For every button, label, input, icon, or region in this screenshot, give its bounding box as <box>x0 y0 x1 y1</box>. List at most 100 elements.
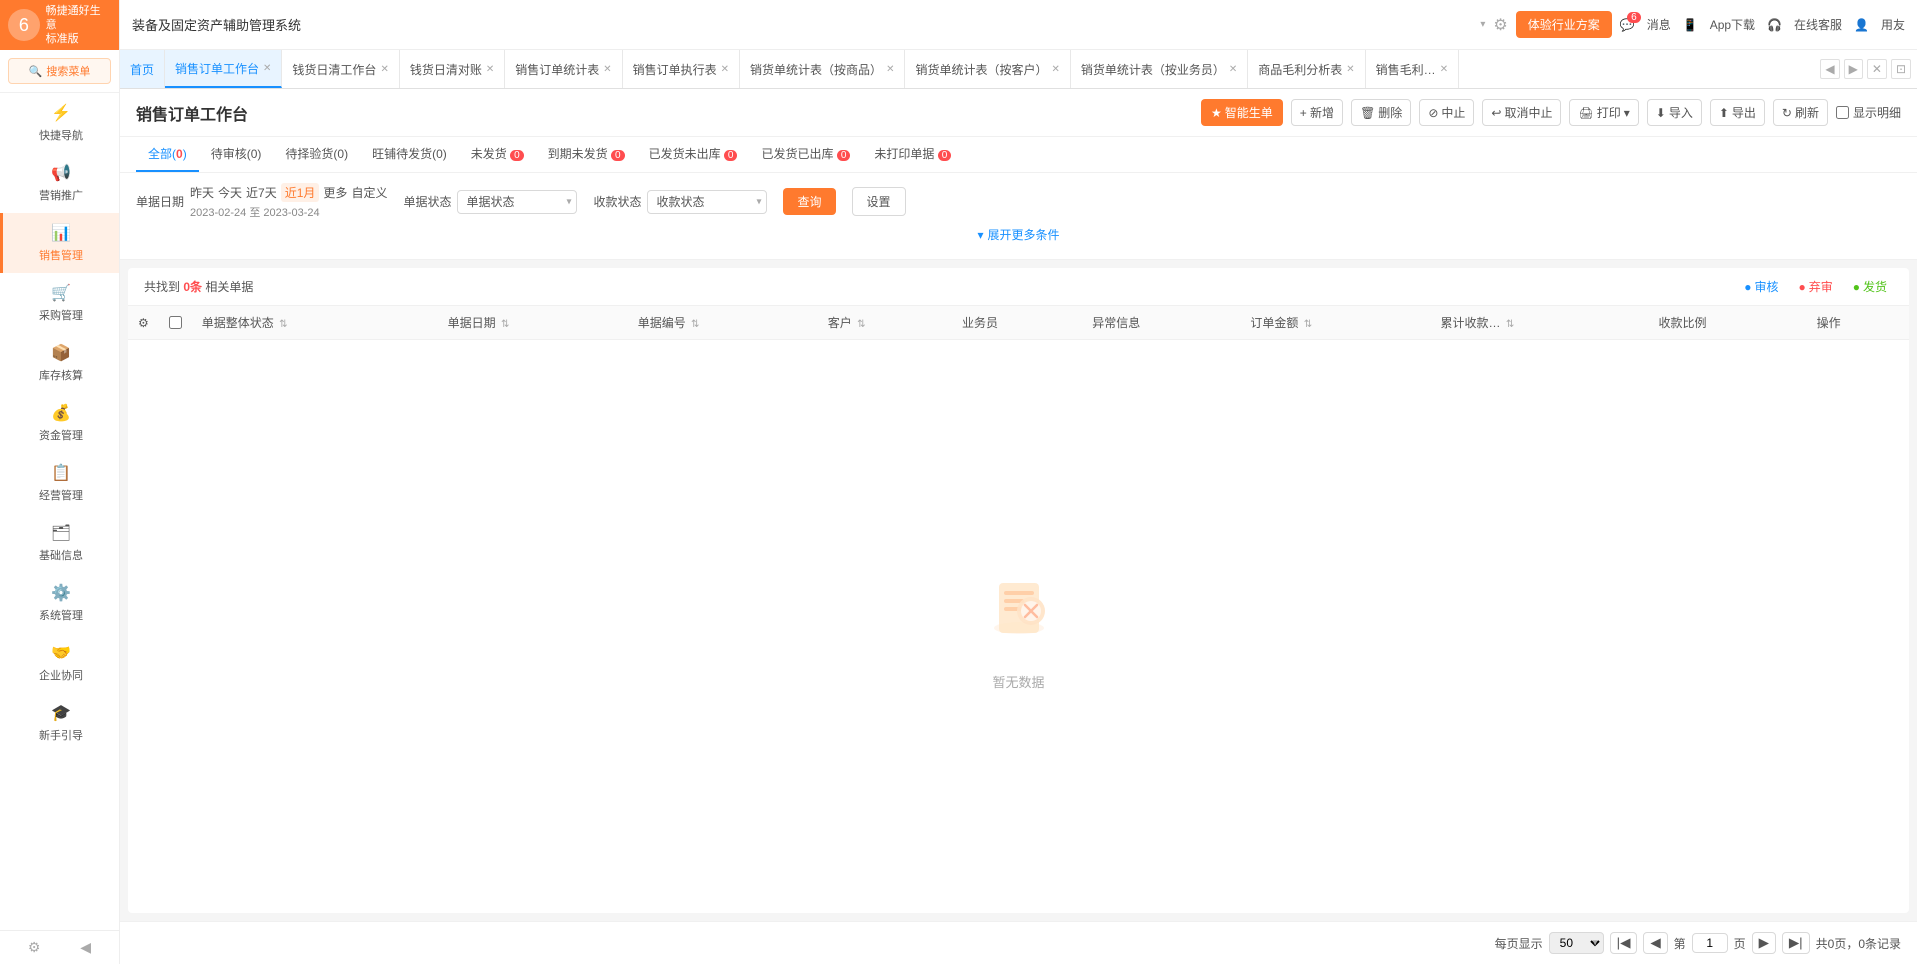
select-all-checkbox[interactable] <box>169 316 182 329</box>
tabs-fullscreen-button[interactable]: ⊡ <box>1891 59 1911 79</box>
ship-button[interactable]: ● 发货 <box>1847 276 1893 297</box>
tab-sales-by-customer[interactable]: 销货单统计表（按客户） ✕ <box>905 50 1070 88</box>
stop-button[interactable]: ⊘ 中止 <box>1419 99 1474 126</box>
sidebar-item-marketing[interactable]: 📢 营销推广 <box>0 153 119 213</box>
filter-tab-pending-review[interactable]: 待审核(0) <box>199 137 274 172</box>
settings-icon[interactable]: ⚙ <box>1493 15 1507 35</box>
date-btn-yesterday[interactable]: 昨天 <box>190 184 214 201</box>
print-button[interactable]: 🖨 打印 ▾ <box>1569 99 1638 126</box>
tab-sales-workbench[interactable]: 销售订单工作台 ✕ <box>165 50 282 88</box>
tab-sales-margin[interactable]: 销售毛利… ✕ <box>1366 50 1459 88</box>
status-field: 单据状态 单据状态 <box>403 190 577 214</box>
tab-cash-daily[interactable]: 钱货日清工作台 ✕ <box>282 50 399 88</box>
sort-cumulative-icon[interactable]: ⇅ <box>1506 319 1514 330</box>
collapse-button[interactable]: ◀ <box>80 939 91 956</box>
sidebar-item-finance[interactable]: 💰 资金管理 <box>0 393 119 453</box>
date-btn-today[interactable]: 今天 <box>218 184 242 201</box>
filter-tab-unshipped[interactable]: 未发货 0 <box>459 137 536 172</box>
sidebar: 6 畅捷通好生意 标准版 🔍 搜索菜单 ⚡ 快捷导航 📢 营销推广 📊 销售管理… <box>0 0 120 964</box>
pagination-next-button[interactable]: ▶ <box>1752 932 1776 954</box>
search-menu-button[interactable]: 🔍 搜索菜单 <box>8 58 111 84</box>
sidebar-item-guide[interactable]: 🎓 新手引导 <box>0 693 119 753</box>
date-btn-custom[interactable]: 自定义 <box>351 184 387 201</box>
app-download-label[interactable]: App下载 <box>1710 16 1755 33</box>
sort-status-icon[interactable]: ⇅ <box>279 319 287 330</box>
tab-reconcile[interactable]: 钱货日清对账 ✕ <box>400 50 505 88</box>
tab-close-sales-by-salesperson[interactable]: ✕ <box>1229 64 1237 75</box>
pagination-prev-button[interactable]: ◀ <box>1643 932 1667 954</box>
pagination-last-button[interactable]: ▶| <box>1782 932 1810 954</box>
sidebar-item-quick-nav[interactable]: ⚡ 快捷导航 <box>0 93 119 153</box>
sort-customer-icon[interactable]: ⇅ <box>857 319 865 330</box>
filter-tab-pending-inspect[interactable]: 待择验货(0) <box>273 137 360 172</box>
tab-sales-by-product[interactable]: 销货单统计表（按商品） ✕ <box>740 50 905 88</box>
setting-button[interactable]: 设置 <box>852 187 906 216</box>
cancel-stop-button[interactable]: ↩ 取消中止 <box>1482 99 1561 126</box>
col-settings-icon[interactable]: ⚙ <box>138 316 149 330</box>
tabs-next-button[interactable]: ▶ <box>1844 59 1863 79</box>
sort-number-icon[interactable]: ⇅ <box>691 319 699 330</box>
tab-sales-by-salesperson[interactable]: 销货单统计表（按业务员） ✕ <box>1071 50 1248 88</box>
settings-button[interactable]: ⚙ <box>28 939 41 956</box>
sidebar-item-inventory[interactable]: 📦 库存核算 <box>0 333 119 393</box>
sort-date-icon[interactable]: ⇅ <box>501 319 509 330</box>
date-btn-more[interactable]: 更多 <box>323 184 347 201</box>
filter-tab-shipped-out[interactable]: 已发货已出库 0 <box>749 137 862 172</box>
smart-create-button[interactable]: ★ 智能生单 <box>1201 99 1283 126</box>
filter-tab-overdue-unshipped[interactable]: 到期未发货 0 <box>536 137 637 172</box>
date-btn-1month[interactable]: 近1月 <box>281 183 320 202</box>
import-button[interactable]: ⬇ 导入 <box>1647 99 1702 126</box>
filter-tab-all[interactable]: 全部(0) <box>136 137 199 172</box>
tab-close-sales-by-customer[interactable]: ✕ <box>1051 64 1059 75</box>
tabs-close-all-button[interactable]: ✕ <box>1867 59 1887 79</box>
sidebar-item-purchase[interactable]: 🛒 采购管理 <box>0 273 119 333</box>
tab-close-sales-workbench[interactable]: ✕ <box>263 63 271 74</box>
sidebar-item-system[interactable]: ⚙️ 系统管理 <box>0 573 119 633</box>
payment-select[interactable]: 收款状态 <box>647 190 767 214</box>
tab-close-sales-exec[interactable]: ✕ <box>721 64 729 75</box>
filter-tab-shop-pending[interactable]: 旺铺待发货(0) <box>360 137 459 172</box>
print-dropdown-arrow: ▾ <box>1624 106 1630 120</box>
tab-close-sales-margin[interactable]: ✕ <box>1440 64 1448 75</box>
user-label[interactable]: 用友 <box>1881 16 1905 33</box>
sidebar-item-sales[interactable]: 📊 销售管理 <box>0 213 119 273</box>
system-dropdown-arrow[interactable]: ▾ <box>1480 19 1485 30</box>
expand-more-button[interactable]: ▾ 展开更多条件 <box>136 220 1901 249</box>
system-title: 装备及固定资产辅助管理系统 <box>132 15 1472 34</box>
sidebar-item-base-info[interactable]: 🗂 基础信息 <box>0 513 119 573</box>
cancel-review-button[interactable]: ● 弃审 <box>1792 276 1838 297</box>
sidebar-item-operations[interactable]: 📋 经营管理 <box>0 453 119 513</box>
tab-sales-stats[interactable]: 销售订单统计表 ✕ <box>505 50 622 88</box>
date-btn-7days[interactable]: 近7天 <box>246 184 277 201</box>
sort-amount-icon[interactable]: ⇅ <box>1304 319 1312 330</box>
online-service-label[interactable]: 在线客服 <box>1794 16 1842 33</box>
industry-plan-button[interactable]: 体验行业方案 <box>1516 11 1612 38</box>
page-input[interactable] <box>1692 933 1728 953</box>
review-button[interactable]: ● 审核 <box>1738 276 1784 297</box>
tab-close-reconcile[interactable]: ✕ <box>486 64 494 75</box>
tab-close-margin-analysis[interactable]: ✕ <box>1346 64 1354 75</box>
show-detail-label[interactable]: 显示明细 <box>1836 104 1901 121</box>
tabs-prev-button[interactable]: ◀ <box>1820 59 1839 79</box>
export-button[interactable]: ⬆ 导出 <box>1710 99 1765 126</box>
refresh-button[interactable]: ↻ 刷新 <box>1773 99 1828 126</box>
tab-home[interactable]: 首页 <box>120 50 165 88</box>
message-badge[interactable]: 💬 6 <box>1620 18 1635 32</box>
tab-close-cash-daily[interactable]: ✕ <box>380 64 388 75</box>
tab-close-sales-by-product[interactable]: ✕ <box>886 64 894 75</box>
query-button[interactable]: 查询 <box>783 188 835 215</box>
tab-sales-exec[interactable]: 销售订单执行表 ✕ <box>623 50 740 88</box>
filter-tab-unprinted[interactable]: 未打印单据 0 <box>862 137 963 172</box>
tab-margin-analysis[interactable]: 商品毛利分析表 ✕ <box>1248 50 1365 88</box>
tab-close-sales-stats[interactable]: ✕ <box>603 64 611 75</box>
status-select[interactable]: 单据状态 <box>457 190 577 214</box>
per-page-select[interactable]: 20 50 100 200 <box>1549 932 1604 954</box>
show-detail-checkbox[interactable] <box>1836 106 1849 119</box>
empty-text: 暂无数据 <box>992 672 1044 691</box>
sidebar-item-enterprise[interactable]: 🤝 企业协同 <box>0 633 119 693</box>
date-quick-buttons: 昨天 今天 近7天 近1月 更多 自定义 <box>190 183 387 202</box>
pagination-first-button[interactable]: |◀ <box>1610 932 1638 954</box>
filter-tab-shipped-not-out[interactable]: 已发货未出库 0 <box>637 137 750 172</box>
add-button[interactable]: + 新增 <box>1291 99 1343 126</box>
delete-button[interactable]: 🗑 删除 <box>1351 99 1411 126</box>
